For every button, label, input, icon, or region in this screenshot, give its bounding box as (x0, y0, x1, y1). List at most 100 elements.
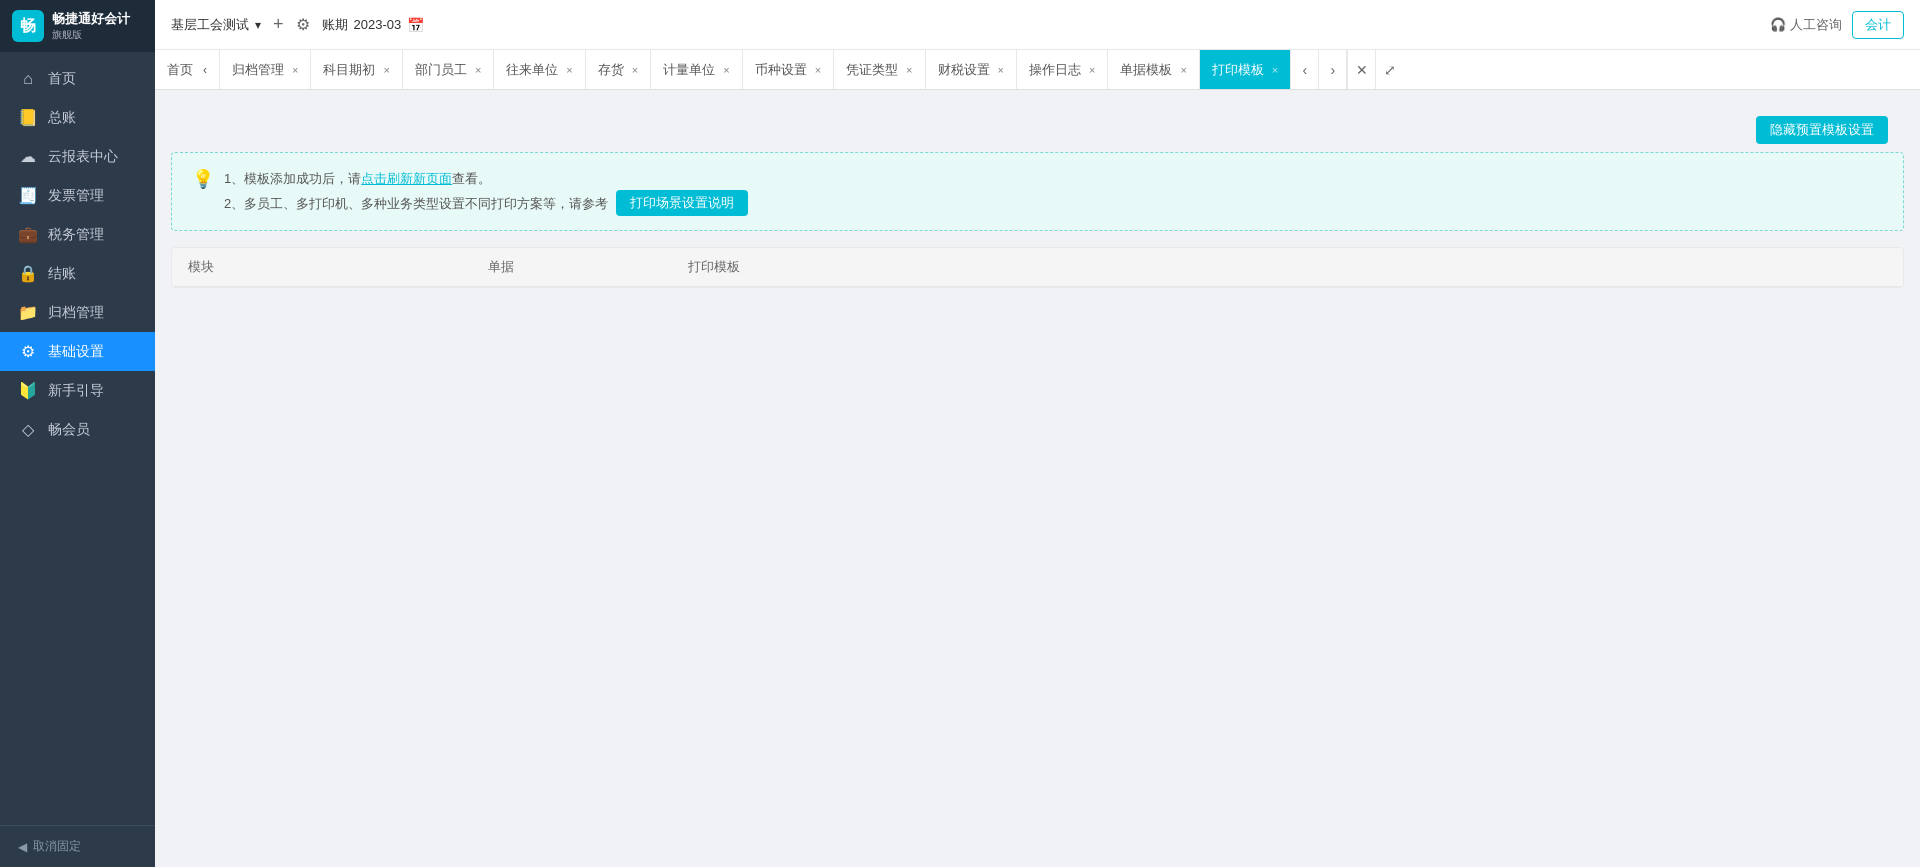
calendar-icon: 📅 (407, 17, 424, 33)
tab-label-currency: 币种设置 (755, 61, 807, 79)
cancel-fixed-label: 取消固定 (33, 838, 81, 855)
tab-unit[interactable]: 计量单位× (651, 50, 742, 89)
sidebar-item-settings[interactable]: ⚙ 基础设置 (0, 332, 155, 371)
notice-line1-suffix: 查看。 (452, 171, 491, 186)
print-scene-button[interactable]: 打印场景设置说明 (616, 190, 748, 216)
nav-icon-settings: ⚙ (18, 342, 38, 361)
company-selector[interactable]: 基层工会测试 ▾ (171, 16, 261, 34)
notice-line2-prefix: 2、多员工、多打印机、多种业务类型设置不同打印方案等，请参考 (224, 192, 608, 215)
tab-close-archive[interactable]: × (292, 64, 298, 76)
tab-inventory[interactable]: 存货 × (586, 50, 651, 89)
tab-home[interactable]: 首页 ‹ (155, 50, 220, 89)
tab-prev-button[interactable]: ‹ (1291, 50, 1319, 89)
tab-close-vouchertype[interactable]: × (906, 64, 912, 76)
tab-label-taxsettings: 财税设置 (938, 61, 990, 79)
template-table: 模块 单据 打印模板 (171, 247, 1904, 288)
tab-close-printtemplate[interactable]: × (1272, 64, 1278, 76)
company-chevron-icon: ▾ (255, 18, 261, 32)
sidebar-item-guide[interactable]: 🔰新手引导 (0, 371, 155, 410)
tab-label-oplog: 操作日志 (1029, 61, 1081, 79)
tab-label-partner: 往来单位 (506, 61, 558, 79)
bulb-icon: 💡 (192, 168, 214, 190)
tab-label-singletemplate: 单据模板 (1120, 61, 1172, 79)
tab-singletemplate[interactable]: 单据模板 × (1108, 50, 1199, 89)
tab-close-unit[interactable]: × (723, 64, 729, 76)
arrow-left-icon: ◀ (18, 840, 27, 854)
tab-close-department[interactable]: × (475, 64, 481, 76)
tab-archive[interactable]: 归档管理 × (220, 50, 311, 89)
tab-vouchertype[interactable]: 凭证类型 × (834, 50, 925, 89)
logo-title: 畅捷通好会计 (52, 11, 130, 28)
tab-department[interactable]: 部门员工 × (403, 50, 494, 89)
tab-close-taxsettings[interactable]: × (998, 64, 1004, 76)
nav-icon-ledger: 📒 (18, 108, 38, 127)
nav-label-home: 首页 (48, 70, 76, 88)
period-selector[interactable]: 账期 2023-03 📅 (322, 16, 425, 34)
tab-subject[interactable]: 科目期初 × (311, 50, 402, 89)
tab-close-all-button[interactable]: ✕ (1347, 50, 1375, 89)
tab-home-label: 首页 (167, 61, 193, 79)
hide-template-button[interactable]: 隐藏预置模板设置 (1756, 116, 1888, 144)
notice-line2: 2、多员工、多打印机、多种业务类型设置不同打印方案等，请参考 打印场景设置说明 (224, 190, 748, 216)
nav-label-member: 畅会员 (48, 421, 90, 439)
sidebar-item-ledger[interactable]: 📒 总账 (0, 98, 155, 137)
topbar-settings-icon[interactable]: ⚙ (296, 15, 310, 34)
notice-refresh-link[interactable]: 点击刷新新页面 (361, 171, 452, 186)
tab-close-singletemplate[interactable]: × (1180, 64, 1186, 76)
nav-icon-archive: 📁 (18, 303, 38, 322)
tab-partner[interactable]: 往来单位 × (494, 50, 585, 89)
tab-home-back-icon: ‹ (203, 63, 207, 77)
kuaiji-button[interactable]: 会计 (1852, 11, 1904, 39)
tab-close-inventory[interactable]: × (632, 64, 638, 76)
col-header-module: 模块 (188, 258, 488, 276)
tab-close-subject[interactable]: × (383, 64, 389, 76)
nav-label-guide: 新手引导 (48, 382, 104, 400)
sidebar-item-home[interactable]: ⌂ 首页 (0, 60, 155, 98)
logo-icon: 畅 (12, 10, 44, 42)
sidebar-nav: ⌂ 首页 📒 总账 ☁云报表中心🧾发票管理💼税务管理🔒结账📁归档管理 ⚙ 基础设置 🔰新手引导… (0, 52, 155, 825)
nav-icon-closing: 🔒 (18, 264, 38, 283)
tab-close-partner[interactable]: × (566, 64, 572, 76)
notice-box: 💡 1、模板添加成功后，请点击刷新新页面查看。 2、多员工、多打印机、多种业务类… (171, 152, 1904, 231)
action-bar: 隐藏预置模板设置 (171, 106, 1904, 152)
sidebar-item-member[interactable]: ◇畅会员 (0, 410, 155, 449)
tabbar: 首页‹归档管理×科目期初×部门员工×往来单位×存货×计量单位×币种设置×凭证类型… (155, 50, 1920, 90)
sidebar-item-archive[interactable]: 📁归档管理 (0, 293, 155, 332)
nav-icon-home: ⌂ (18, 70, 38, 88)
tab-label-inventory: 存货 (598, 61, 624, 79)
tab-next-button[interactable]: › (1319, 50, 1347, 89)
tab-label-department: 部门员工 (415, 61, 467, 79)
tab-close-oplog[interactable]: × (1089, 64, 1095, 76)
tab-expand-button[interactable]: ⤢ (1375, 50, 1403, 89)
tab-printtemplate[interactable]: 打印模板× (1200, 50, 1291, 89)
nav-label-reports: 云报表中心 (48, 148, 118, 166)
headset-icon: 🎧 (1770, 17, 1786, 32)
sidebar-item-tax[interactable]: 💼税务管理 (0, 215, 155, 254)
content-area: 隐藏预置模板设置 💡 1、模板添加成功后，请点击刷新新页面查看。 2、多员工、多… (155, 90, 1920, 867)
service-button[interactable]: 🎧 人工咨询 (1770, 16, 1842, 34)
tab-close-currency[interactable]: × (815, 64, 821, 76)
sidebar-item-reports[interactable]: ☁云报表中心 (0, 137, 155, 176)
topbar-actions: 🎧 人工咨询 会计 (1770, 11, 1904, 39)
company-name: 基层工会测试 (171, 16, 249, 34)
nav-icon-invoice: 🧾 (18, 186, 38, 205)
period-value: 2023-03 (354, 17, 402, 32)
sidebar-item-closing[interactable]: 🔒结账 (0, 254, 155, 293)
nav-label-ledger: 总账 (48, 109, 76, 127)
tab-oplog[interactable]: 操作日志 × (1017, 50, 1108, 89)
notice-text: 1、模板添加成功后，请点击刷新新页面查看。 2、多员工、多打印机、多种业务类型设… (224, 167, 748, 216)
main-area: 基层工会测试 ▾ + ⚙ 账期 2023-03 📅 🎧 人工咨询 会计 首页 ‹ 归… (155, 0, 1920, 867)
sidebar: 畅 畅捷通好会计 旗舰版 ⌂ 首页 📒 总账 ☁云报表中心🧾发票管理💼税务管理🔒结账📁归… (0, 0, 155, 867)
cancel-fixed-button[interactable]: ◀ 取消固定 (0, 825, 155, 867)
topbar-add-icon[interactable]: + (273, 14, 284, 35)
tab-currency[interactable]: 币种设置 × (743, 50, 834, 89)
tab-label-subject: 科目期初 (323, 61, 375, 79)
tab-label-vouchertype: 凭证类型 (846, 61, 898, 79)
tab-taxsettings[interactable]: 财税设置 × (926, 50, 1017, 89)
tab-label-archive: 归档管理 (232, 61, 284, 79)
notice-line1: 1、模板添加成功后，请点击刷新新页面查看。 (224, 167, 748, 190)
col-header-slip: 单据 (488, 258, 688, 276)
logo-subtitle: 旗舰版 (52, 28, 130, 41)
nav-label-settings: 基础设置 (48, 343, 104, 361)
sidebar-item-invoice[interactable]: 🧾发票管理 (0, 176, 155, 215)
